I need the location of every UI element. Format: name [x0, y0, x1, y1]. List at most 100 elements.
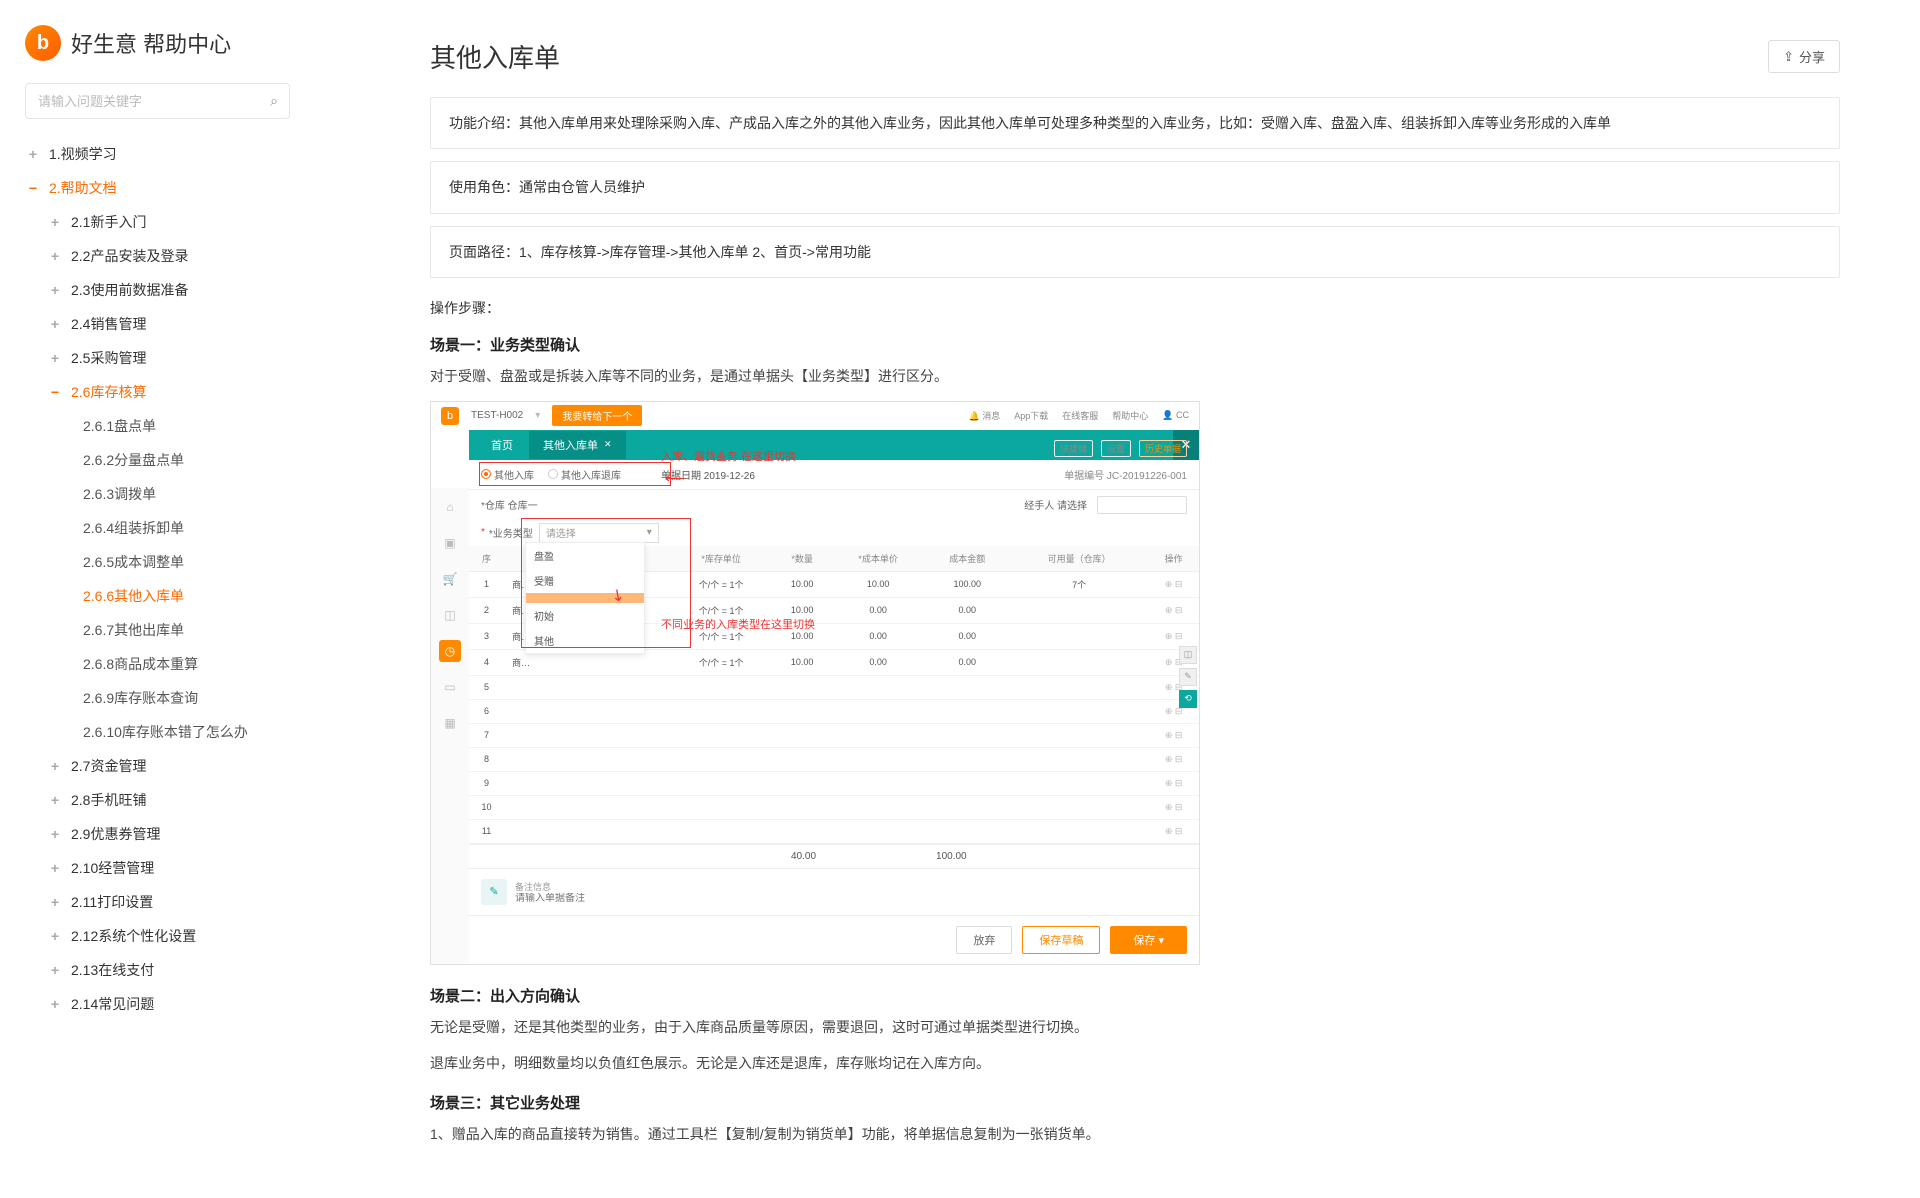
btn-draft: 保存草稿 [1022, 926, 1100, 954]
biztype-dropdown: 请选择▾ [539, 523, 659, 543]
intro-box: 功能介绍：其他入库单用来处理除采购入库、产成品入库之外的其他入库业务，因此其他入… [430, 97, 1840, 149]
arrow-icon: ⟵ [665, 470, 685, 487]
shot-tab-home: 首页 [477, 431, 527, 459]
logo-icon: b [25, 25, 61, 61]
shot-cs: 在线客服 [1062, 409, 1098, 422]
nav-2-6[interactable]: −2.6库存核算 [25, 375, 290, 409]
nav-2-6-6[interactable]: 2.6.6其他入库单 [25, 579, 290, 613]
nav-tree: +1.视频学习 −2.帮助文档 +2.1新手入门 +2.2产品安装及登录 +2.… [25, 137, 290, 1021]
box-icon: ▣ [439, 532, 461, 554]
nav-2-4[interactable]: +2.4销售管理 [25, 307, 290, 341]
steps-label: 操作步骤： [430, 298, 1840, 318]
handler-field [1097, 496, 1187, 514]
shot-topbar: b TEST-H002 ▾ 我要转给下一个 🔔 消息 App下载 在线客服 帮助… [431, 402, 1199, 430]
scene1-title: 场景一：业务类型确认 [430, 334, 1840, 355]
shot-app: App下载 [1014, 409, 1048, 422]
tool-icon: ✎ [1179, 668, 1197, 686]
dropdown-menu: 盘盈 受赠 初始 其他 [525, 542, 645, 654]
scene3-text: 1、赠品入库的商品直接转为销售。通过工具栏【复制/复制为销货单】功能，将单据信息… [430, 1123, 1840, 1147]
nav-2-14[interactable]: +2.14常见问题 [25, 987, 290, 1021]
total-qty: 40.00 [791, 851, 816, 862]
grid-icon: ▦ [439, 712, 461, 734]
cube-icon: ◫ [439, 604, 461, 626]
shot-total-row: 40.00 100.00 [469, 844, 1199, 868]
page-title: 其他入库单 [430, 38, 560, 75]
close-icon: ✕ [604, 439, 612, 450]
nav-2-12[interactable]: +2.12系统个性化设置 [25, 919, 290, 953]
wh-label: *仓库 仓库一 [481, 497, 538, 512]
clock-icon: ◷ [439, 640, 461, 662]
shot-trial-btn: 我要转给下一个 [552, 405, 642, 426]
table-row: 6⊕ ⊟ [469, 699, 1199, 723]
nav-2-7[interactable]: +2.7资金管理 [25, 749, 290, 783]
btn-save: 保存 ▾ [1110, 926, 1187, 954]
scene2-title: 场景二：出入方向确认 [430, 985, 1840, 1006]
nav-2-8[interactable]: +2.8手机旺铺 [25, 783, 290, 817]
plus-icon: + [47, 282, 63, 298]
nav-2-6-3[interactable]: 2.6.3调拨单 [25, 477, 290, 511]
role-box: 使用角色：通常由仓管人员维护 [430, 161, 1840, 213]
sidebar: b 好生意 帮助中心 ⌕ +1.视频学习 −2.帮助文档 +2.1新手入门 +2… [0, 0, 310, 1198]
shot-logo-icon: b [441, 407, 459, 425]
plus-icon: + [47, 826, 63, 842]
shot-account: TEST-H002 [471, 410, 523, 421]
nav-video[interactable]: +1.视频学习 [25, 137, 290, 171]
note-icon: ✎ [481, 879, 507, 905]
annotation-box-1 [479, 462, 671, 486]
shot-avatar: 👤 CC [1162, 410, 1189, 421]
brand-text: 好生意 帮助中心 [71, 27, 231, 59]
plus-icon: + [47, 248, 63, 264]
path-box: 页面路径：1、库存核算->库存管理->其他入库单 2、首页->常用功能 [430, 226, 1840, 278]
search-icon[interactable]: ⌕ [270, 93, 278, 110]
shot-sn: 单据编号 JC-20191226-001 [1064, 467, 1187, 482]
nav-2-2[interactable]: +2.2产品安装及登录 [25, 239, 290, 273]
home-icon: ⌂ [439, 496, 461, 518]
plus-icon: + [47, 996, 63, 1012]
nav-2-13[interactable]: +2.13在线支付 [25, 953, 290, 987]
nav-2-5[interactable]: +2.5采购管理 [25, 341, 290, 375]
table-row: 10⊕ ⊟ [469, 795, 1199, 819]
biztype-label: *业务类型 [489, 525, 533, 540]
shot-note-row: ✎ 备注信息 [469, 868, 1199, 915]
plus-icon: + [47, 860, 63, 876]
folder-icon: ▭ [439, 676, 461, 698]
table-row: 8⊕ ⊟ [469, 747, 1199, 771]
nav-2-3[interactable]: +2.3使用前数据准备 [25, 273, 290, 307]
share-button[interactable]: ⇪分享 [1768, 40, 1840, 73]
handler-label: 经手人 请选择 [1024, 497, 1087, 512]
nav-2-10[interactable]: +2.10经营管理 [25, 851, 290, 885]
minus-icon: − [47, 384, 63, 400]
table-row: 9⊕ ⊟ [469, 771, 1199, 795]
cart-icon: 🛒 [439, 568, 461, 590]
note-input [515, 893, 1187, 904]
nav-2-11[interactable]: +2.11打印设置 [25, 885, 290, 919]
annotation-text-2: 不同业务的入库类型在这里切换 [661, 616, 815, 632]
shot-sidebar: ⌂ ▣ 🛒 ◫ ◷ ▭ ▦ [431, 488, 469, 964]
plus-icon: + [47, 316, 63, 332]
shot-bar-3: * *业务类型 请选择▾ 盘盈 受赠 初始 其他 [469, 520, 1199, 546]
tool-icon: ⟲ [1179, 690, 1197, 708]
scene2-text2: 退库业务中，明细数量均以负值红色展示。无论是入库还是退库，库存账均记在入库方向。 [430, 1052, 1840, 1076]
nav-2-6-4[interactable]: 2.6.4组装拆卸单 [25, 511, 290, 545]
nav-2-6-5[interactable]: 2.6.5成本调整单 [25, 545, 290, 579]
nav-2-6-8[interactable]: 2.6.8商品成本重算 [25, 647, 290, 681]
plus-icon: + [47, 214, 63, 230]
shot-right-tools: ◫ ✎ ⟲ [1179, 646, 1199, 708]
nav-2-6-9[interactable]: 2.6.9库存账本查询 [25, 681, 290, 715]
nav-2-9[interactable]: +2.9优惠券管理 [25, 817, 290, 851]
nav-2-1[interactable]: +2.1新手入门 [25, 205, 290, 239]
shot-tab-doc: 其他入库单✕ [529, 431, 626, 459]
nav-docs[interactable]: −2.帮助文档 [25, 171, 290, 205]
total-amt: 100.00 [936, 851, 967, 862]
screenshot-1: b TEST-H002 ▾ 我要转给下一个 🔔 消息 App下载 在线客服 帮助… [430, 401, 1200, 965]
nav-2-6-2[interactable]: 2.6.2分量盘点单 [25, 443, 290, 477]
shot-msg: 🔔 消息 [969, 409, 1001, 422]
nav-2-6-7[interactable]: 2.6.7其他出库单 [25, 613, 290, 647]
plus-icon: + [47, 758, 63, 774]
nav-2-6-1[interactable]: 2.6.1盘点单 [25, 409, 290, 443]
scene3-title: 场景三：其它业务处理 [430, 1092, 1840, 1113]
search-input[interactable] [25, 83, 290, 119]
tag-settings: 设置 [1101, 440, 1131, 457]
nav-2-6-10[interactable]: 2.6.10库存账本错了怎么办 [25, 715, 290, 749]
share-icon: ⇪ [1783, 49, 1794, 65]
